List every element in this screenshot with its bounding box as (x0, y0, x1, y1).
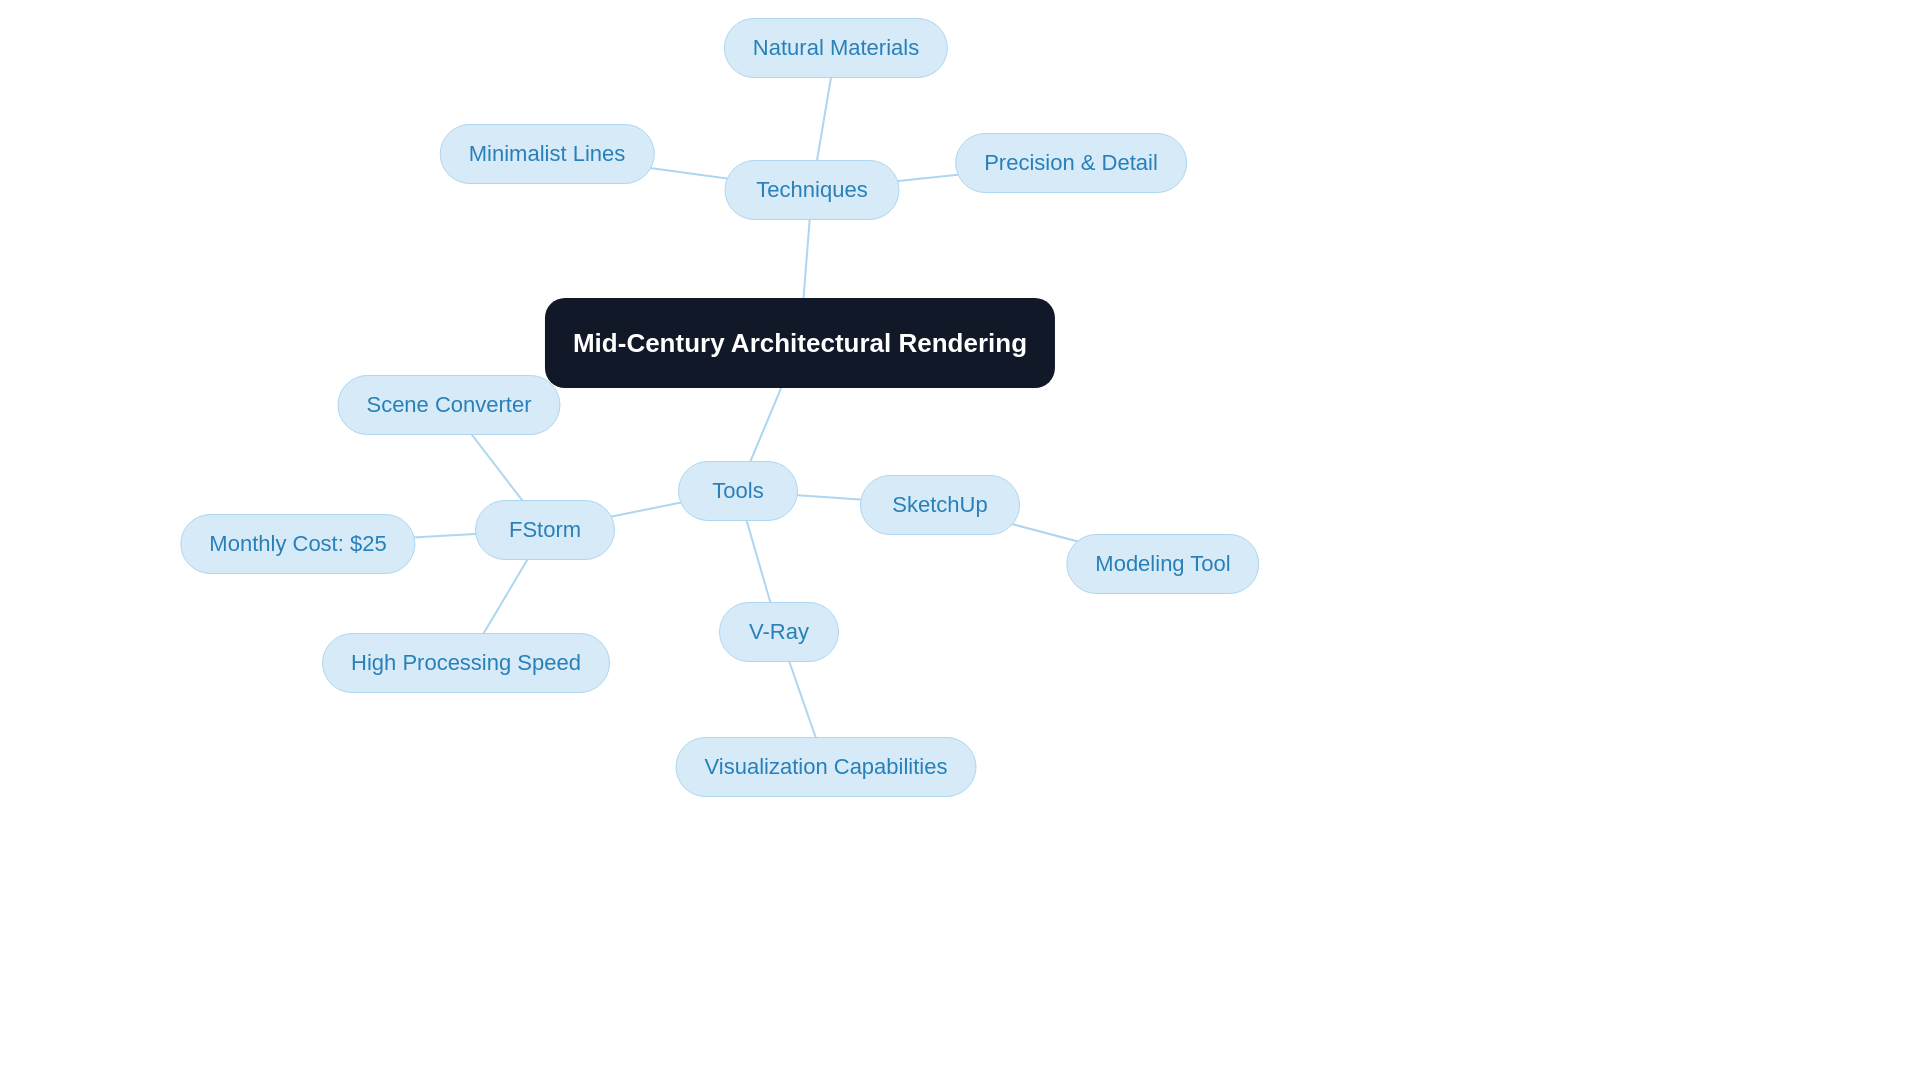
node-vray[interactable]: V-Ray (719, 602, 839, 662)
node-sketchup[interactable]: SketchUp (860, 475, 1020, 535)
node-high-processing[interactable]: High Processing Speed (322, 633, 610, 693)
node-modeling-tool[interactable]: Modeling Tool (1066, 534, 1259, 594)
mind-map: Mid-Century Architectural Rendering Techn… (0, 0, 1920, 1083)
node-techniques[interactable]: Techniques (725, 160, 900, 220)
node-center[interactable]: Mid-Century Architectural Rendering (545, 298, 1055, 388)
node-tools[interactable]: Tools (678, 461, 798, 521)
node-monthly-cost[interactable]: Monthly Cost: $25 (180, 514, 415, 574)
node-natural-materials[interactable]: Natural Materials (724, 18, 948, 78)
node-scene-converter[interactable]: Scene Converter (337, 375, 560, 435)
node-minimalist-lines[interactable]: Minimalist Lines (440, 124, 655, 184)
node-visualization[interactable]: Visualization Capabilities (676, 737, 977, 797)
node-precision-detail[interactable]: Precision & Detail (955, 133, 1187, 193)
node-fstorm[interactable]: FStorm (475, 500, 615, 560)
